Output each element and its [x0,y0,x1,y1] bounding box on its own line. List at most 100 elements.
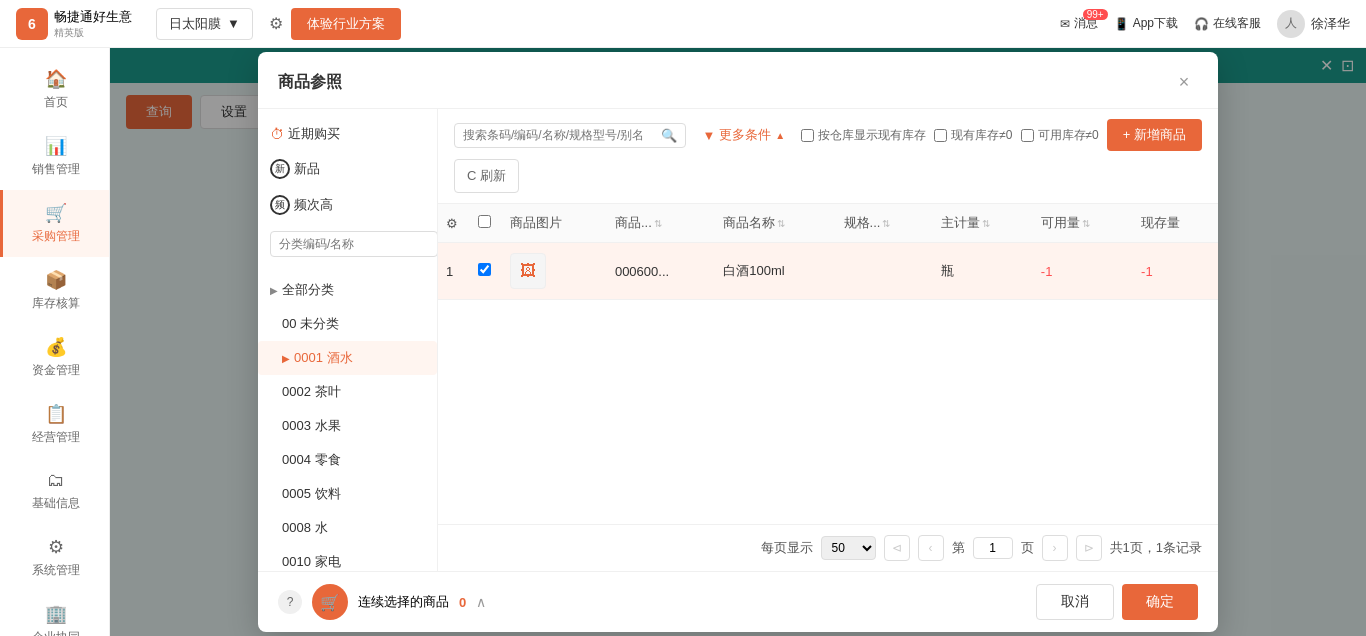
th-code-label: 商品... [615,214,652,232]
modal-close-button[interactable]: × [1170,68,1198,96]
collab-icon: 🏢 [45,603,67,625]
finance-icon: 💰 [45,336,67,358]
sidebar-item-home[interactable]: 🏠 首页 [0,56,109,123]
online-service-icon-wrap[interactable]: 🎧 在线客服 [1194,15,1261,32]
sidebar-item-collab[interactable]: 🏢 企业协同 [0,591,109,636]
search-magnifier-icon[interactable]: 🔍 [661,128,677,143]
stock-nonzero-label: 现有库存≠0 [951,127,1012,144]
app-download-icon-wrap[interactable]: 📱 App下载 [1114,15,1178,32]
sidebar-item-label-home: 首页 [44,94,68,111]
last-page-button[interactable]: ⊳ [1076,535,1102,561]
new-product-item[interactable]: 新 新品 [258,151,437,187]
logo-text: 畅捷通好生意 [54,8,132,26]
next-page-button[interactable]: › [1042,535,1068,561]
all-category-item[interactable]: ▶ 全部分类 [258,273,437,307]
first-page-button[interactable]: ⊲ [884,535,910,561]
modal-body: ⏱ 近期购买 新 新品 频 频次高 [258,109,1218,571]
row-checkbox[interactable] [478,263,491,276]
business-icon: 📋 [45,403,67,425]
user-menu[interactable]: 人 徐泽华 [1277,10,1350,38]
appliance-category-item[interactable]: 0010 家电 [258,545,437,571]
all-category-label: 全部分类 [282,281,334,299]
warehouse-checkbox[interactable] [801,129,814,142]
high-freq-item[interactable]: 频 频次高 [258,187,437,223]
collapse-icon[interactable]: ∧ [476,594,486,610]
sidebar-item-system[interactable]: ⚙ 系统管理 [0,524,109,591]
pagination: 每页显示 50 100 200 ⊲ ‹ 第 页 › [438,524,1218,571]
stock-nonzero-checkbox-wrap: 现有库存≠0 [934,127,1012,144]
th-img: 商品图片 [502,204,607,243]
avail-nonzero-checkbox[interactable] [1021,129,1034,142]
beverage-category-item[interactable]: 0005 饮料 [258,477,437,511]
topbar-right: ✉ 消息 99+ 📱 App下载 🎧 在线客服 人 徐泽华 [1060,10,1350,38]
sidebar-item-business[interactable]: 📋 经营管理 [0,391,109,458]
modal: 商品参照 × ⏱ 近期购买 新 新品 [258,52,1218,632]
logo: 6 畅捷通好生意 精英版 [16,8,132,40]
current-page-input[interactable] [973,537,1013,559]
prev-page-button[interactable]: ‹ [918,535,944,561]
page-size-select[interactable]: 50 100 200 [821,536,876,560]
message-icon-wrap[interactable]: ✉ 消息 99+ [1060,15,1098,32]
sidebar-item-label-inventory: 库存核算 [32,295,80,312]
gear-col-icon[interactable]: ⚙ [446,216,458,231]
system-icon: ⚙ [48,536,64,558]
store-selector[interactable]: 日太阳膜 ▼ [156,8,253,40]
fruit-category-item[interactable]: 0003 水果 [258,409,437,443]
th-settings: ⚙ [438,204,470,243]
sidebar-item-inventory[interactable]: 📦 库存核算 [0,257,109,324]
sort-name-icon[interactable]: ⇅ [777,218,785,229]
fire-icon: 频 [270,195,290,215]
uncategorized-item[interactable]: 00 未分类 [258,307,437,341]
cart-icon-button[interactable]: 🛒 [312,584,348,620]
filter-label: 更多条件 [719,126,771,144]
sort-unit-icon[interactable]: ⇅ [982,218,990,229]
row-checkbox-cell [470,243,502,300]
category-search: 🔍 [258,223,437,265]
tea-category-item[interactable]: 0002 茶叶 [258,375,437,409]
sidebar-item-base[interactable]: 🗂 基础信息 [0,458,109,524]
table-head: ⚙ 商品图片 商品... ⇅ [438,204,1218,243]
sidebar-item-purchase[interactable]: 🛒 采购管理 [0,190,109,257]
arrow-right-icon: ▶ [270,285,278,296]
sort-spec-icon[interactable]: ⇅ [882,218,890,229]
sidebar-item-finance[interactable]: 💰 资金管理 [0,324,109,391]
purchase-icon: 🛒 [45,202,67,224]
product-code: 000600... [615,264,669,279]
inventory-icon: 📦 [45,269,67,291]
exp-industry-button[interactable]: 体验行业方案 [291,8,401,40]
table-row[interactable]: 1 🖼 000600... [438,243,1218,300]
category-search-input[interactable] [270,231,438,257]
sidebar-item-sales[interactable]: 📊 销售管理 [0,123,109,190]
water-category-item[interactable]: 0008 水 [258,511,437,545]
product-unit: 瓶 [941,263,954,278]
cancel-button[interactable]: 取消 [1036,584,1114,620]
wine-category-item[interactable]: ▶ 0001 酒水 [258,341,437,375]
recent-purchase-item[interactable]: ⏱ 近期购买 [258,117,437,151]
add-product-button[interactable]: + 新增商品 [1107,119,1202,151]
stock-nonzero-checkbox[interactable] [934,129,947,142]
snack-category-item[interactable]: 0004 零食 [258,443,437,477]
product-search-input[interactable] [463,128,657,142]
th-unit: 主计量 ⇅ [933,204,1033,243]
snack-category-label: 0004 零食 [282,451,341,469]
warehouse-checkbox-label: 按仓库显示现有库存 [818,127,926,144]
filter-button[interactable]: ▼ 更多条件 ▲ [694,122,793,148]
sidebar-item-label-system: 系统管理 [32,562,80,579]
product-table-wrap: ⚙ 商品图片 商品... ⇅ [438,204,1218,524]
refresh-product-button[interactable]: C 刷新 [454,159,519,193]
filter-chevron-icon: ▲ [775,130,785,141]
recent-purchase-label: 近期购买 [288,125,340,143]
confirm-button[interactable]: 确定 [1122,584,1198,620]
footer-left: ? 🛒 连续选择的商品 0 ∧ [278,584,486,620]
th-code: 商品... ⇅ [607,204,715,243]
sort-available-icon[interactable]: ⇅ [1082,218,1090,229]
row-unit-cell: 瓶 [933,243,1033,300]
sort-code-icon[interactable]: ⇅ [654,218,662,229]
row-code-cell: 000600... [607,243,715,300]
message-icon: ✉ [1060,17,1070,31]
row-img-cell: 🖼 [502,243,607,300]
settings-gear-icon[interactable]: ⚙ [261,9,291,39]
help-icon[interactable]: ? [278,590,302,614]
topbar: 6 畅捷通好生意 精英版 日太阳膜 ▼ ⚙ 体验行业方案 ✉ 消息 99+ 📱 … [0,0,1366,48]
select-all-checkbox[interactable] [478,215,491,228]
